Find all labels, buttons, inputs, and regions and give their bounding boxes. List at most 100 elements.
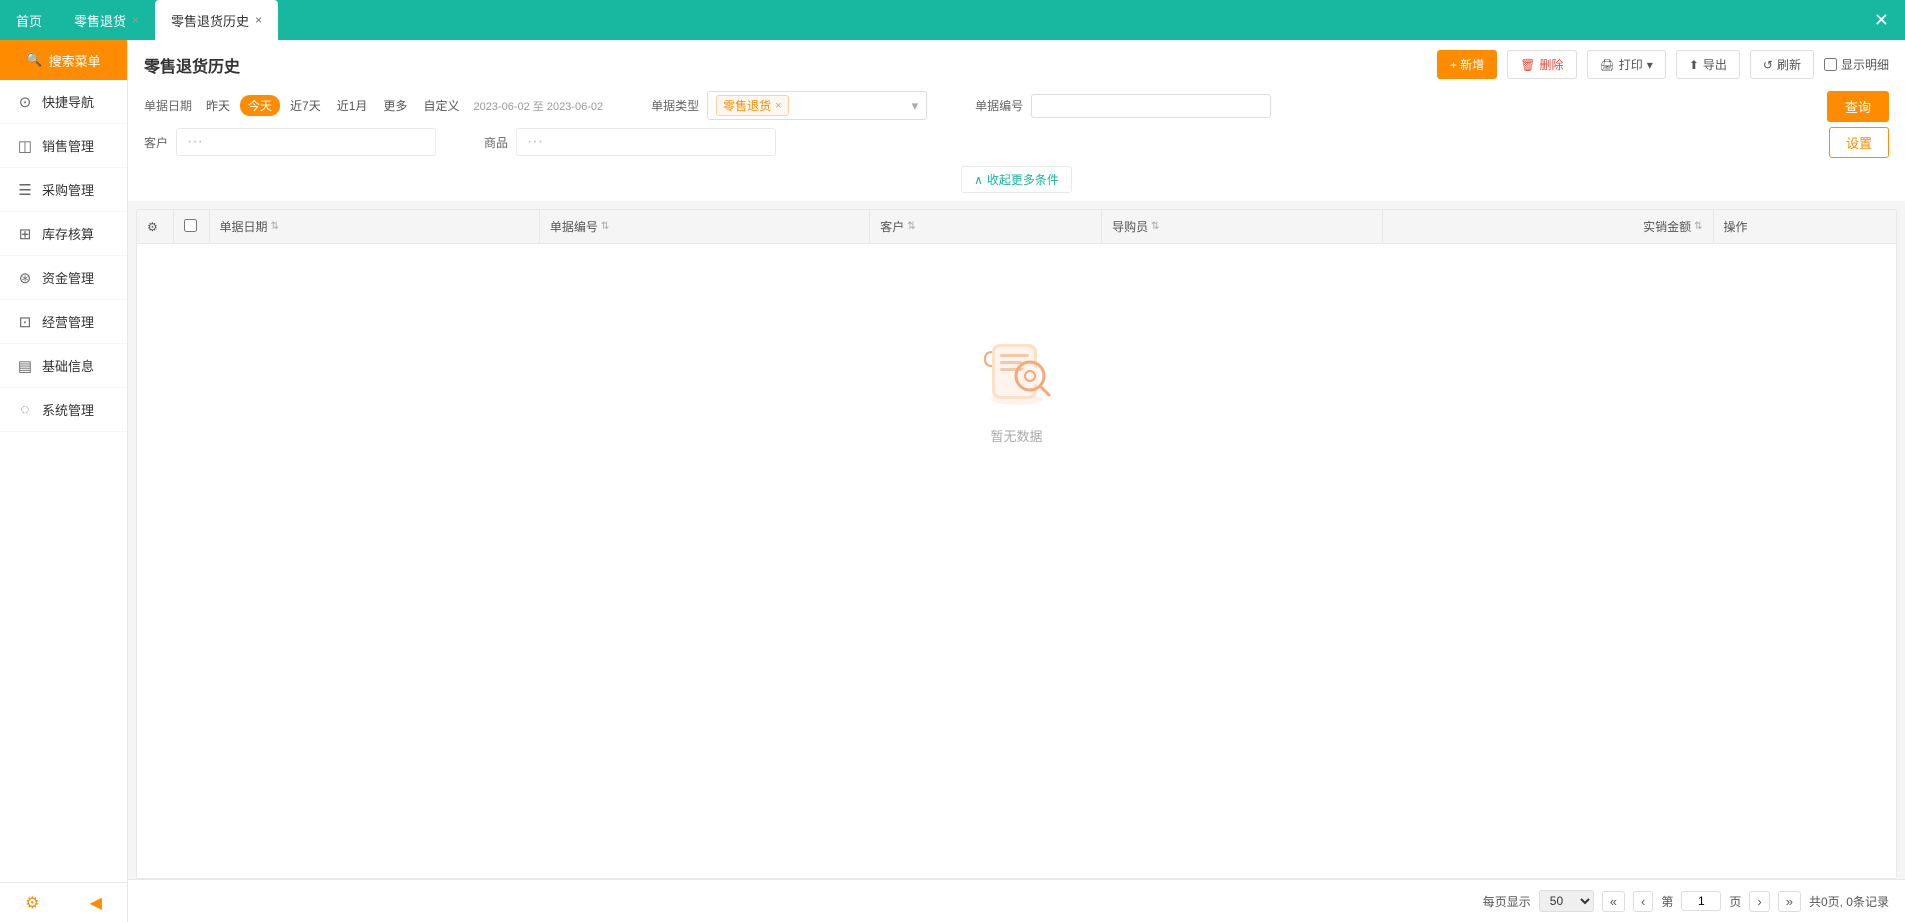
first-page-button[interactable]: « bbox=[1602, 891, 1625, 912]
th-date: 单据日期 ⇅ bbox=[209, 210, 539, 244]
date-7days[interactable]: 近7天 bbox=[284, 95, 327, 116]
basic-info-icon: ▤ bbox=[16, 357, 34, 375]
goods-dots: ··· bbox=[527, 133, 543, 150]
new-button-label: + 新增 bbox=[1450, 56, 1484, 73]
page-unit: 页 bbox=[1729, 893, 1741, 910]
refresh-icon: ↺ bbox=[1763, 58, 1773, 72]
customer-input[interactable]: ··· bbox=[176, 128, 436, 156]
th-action: 操作 bbox=[1713, 210, 1896, 244]
sidebar-item-purchase[interactable]: ☰ 采购管理 bbox=[0, 168, 127, 212]
sidebar-item-finance-label: 资金管理 bbox=[42, 268, 94, 287]
toolbar: + 新增 🗑 删除 🖨 打印 ▾ ⬆ 导出 bbox=[1437, 50, 1889, 79]
top-bar: 首页 零售退货 × 零售退货历史 × ✕ bbox=[0, 0, 1905, 40]
sidebar: 🔍 搜索菜单 ⊙ 快捷导航 ◫ 销售管理 ☰ 采购管理 ⊞ 库存核算 ⊛ 资金管 bbox=[0, 40, 128, 922]
show-detail-checkbox[interactable] bbox=[1824, 58, 1837, 71]
settings-button[interactable]: 设置 bbox=[1829, 127, 1889, 158]
type-filter-group: 单据类型 零售退货 × ▾ bbox=[651, 91, 927, 120]
tab-home-label: 首页 bbox=[16, 11, 42, 30]
sidebar-item-basic-info-label: 基础信息 bbox=[42, 356, 94, 375]
export-button[interactable]: ⬆ 导出 bbox=[1676, 50, 1740, 79]
type-select[interactable]: 零售退货 × ▾ bbox=[707, 91, 927, 120]
sidebar-item-basic-info[interactable]: ▤ 基础信息 bbox=[0, 344, 127, 388]
tab-home[interactable]: 首页 bbox=[0, 0, 58, 40]
th-guide-label: 导购员 bbox=[1112, 218, 1148, 235]
per-page-label: 每页显示 bbox=[1483, 893, 1531, 910]
collapse-label: 收起更多条件 bbox=[987, 171, 1059, 188]
close-window-button[interactable]: ✕ bbox=[1858, 10, 1905, 31]
collapse-button[interactable]: ∧ 收起更多条件 bbox=[961, 166, 1072, 193]
type-label: 单据类型 bbox=[651, 97, 699, 114]
per-page-select[interactable]: 50 10 20 100 bbox=[1539, 890, 1594, 912]
refresh-button[interactable]: ↺ 刷新 bbox=[1750, 50, 1814, 79]
date-1month[interactable]: 近1月 bbox=[331, 95, 374, 116]
goods-label: 商品 bbox=[484, 134, 508, 151]
th-amount-label: 实销金额 bbox=[1643, 218, 1691, 235]
main-layout: 🔍 搜索菜单 ⊙ 快捷导航 ◫ 销售管理 ☰ 采购管理 ⊞ 库存核算 ⊛ 资金管 bbox=[0, 40, 1905, 922]
sidebar-item-quick-nav[interactable]: ⊙ 快捷导航 bbox=[0, 80, 127, 124]
goods-input[interactable]: ··· bbox=[516, 128, 776, 156]
operations-icon: ⊡ bbox=[16, 313, 34, 331]
date-today[interactable]: 今天 bbox=[240, 95, 280, 116]
page-input[interactable] bbox=[1681, 891, 1721, 911]
table-body: 暂无数据 bbox=[137, 244, 1896, 526]
date-custom[interactable]: 自定义 bbox=[417, 95, 465, 116]
sidebar-item-system[interactable]: ◌ 系统管理 bbox=[0, 388, 127, 432]
settings-footer-icon[interactable]: ⚙ bbox=[25, 893, 39, 913]
empty-state-row: 暂无数据 bbox=[137, 244, 1896, 526]
sidebar-item-sales-label: 销售管理 bbox=[42, 136, 94, 155]
sidebar-item-quick-nav-label: 快捷导航 bbox=[42, 92, 94, 111]
sidebar-footer: ⚙ ◀ bbox=[0, 882, 127, 922]
show-detail-checkbox-wrapper: 显示明细 bbox=[1824, 56, 1889, 73]
export-button-label: 导出 bbox=[1703, 56, 1727, 73]
tab-return[interactable]: 零售退货 × bbox=[58, 0, 155, 40]
prev-page-button[interactable]: ‹ bbox=[1633, 891, 1653, 912]
tab-return-label: 零售退货 bbox=[74, 11, 126, 30]
next-page-button[interactable]: › bbox=[1749, 891, 1769, 912]
tab-return-close[interactable]: × bbox=[132, 13, 139, 27]
collapse-sidebar-icon[interactable]: ◀ bbox=[90, 893, 102, 913]
type-tag-close[interactable]: × bbox=[775, 100, 781, 112]
table-header-row: ⚙ 单据日期 ⇅ 单据编号 bbox=[137, 210, 1896, 244]
th-guide-sort[interactable]: ⇅ bbox=[1151, 221, 1159, 232]
select-all-checkbox[interactable] bbox=[184, 219, 197, 232]
th-checkbox bbox=[173, 210, 209, 244]
th-number-sort[interactable]: ⇅ bbox=[601, 221, 609, 232]
new-button[interactable]: + 新增 bbox=[1437, 50, 1497, 79]
tab-return-history-close[interactable]: × bbox=[255, 13, 262, 27]
customer-filter-group: 客户 ··· bbox=[144, 128, 436, 156]
tab-return-history-label: 零售退货历史 bbox=[171, 11, 249, 30]
sidebar-item-finance[interactable]: ⊛ 资金管理 bbox=[0, 256, 127, 300]
print-dropdown-icon: ▾ bbox=[1647, 58, 1653, 72]
th-amount: 实销金额 ⇅ bbox=[1383, 210, 1713, 244]
top-tabs: 首页 零售退货 × 零售退货历史 × bbox=[0, 0, 1858, 40]
show-detail-label: 显示明细 bbox=[1841, 56, 1889, 73]
th-action-label: 操作 bbox=[1724, 220, 1748, 234]
delete-button[interactable]: 🗑 删除 bbox=[1507, 50, 1576, 79]
refresh-button-label: 刷新 bbox=[1777, 56, 1801, 73]
table-settings-icon[interactable]: ⚙ bbox=[147, 220, 158, 234]
sidebar-item-operations[interactable]: ⊡ 经营管理 bbox=[0, 300, 127, 344]
query-button[interactable]: 查询 bbox=[1827, 91, 1889, 122]
page-title: 零售退货历史 bbox=[144, 53, 240, 77]
purchase-icon: ☰ bbox=[16, 181, 34, 199]
empty-illustration bbox=[967, 324, 1067, 414]
sidebar-search[interactable]: 🔍 搜索菜单 bbox=[0, 40, 127, 80]
sidebar-item-sales[interactable]: ◫ 销售管理 bbox=[0, 124, 127, 168]
voucher-input[interactable] bbox=[1031, 94, 1271, 118]
last-page-button[interactable]: » bbox=[1778, 891, 1801, 912]
system-icon: ◌ bbox=[16, 401, 34, 419]
print-button[interactable]: 🖨 打印 ▾ bbox=[1587, 50, 1666, 79]
sidebar-item-inventory[interactable]: ⊞ 库存核算 bbox=[0, 212, 127, 256]
th-customer-sort[interactable]: ⇅ bbox=[907, 221, 915, 232]
th-date-sort[interactable]: ⇅ bbox=[271, 221, 279, 232]
date-yesterday[interactable]: 昨天 bbox=[200, 95, 236, 116]
page-title-row: 零售退货历史 + 新增 🗑 删除 🖨 打印 ▾ ⬆ bbox=[144, 50, 1889, 79]
quick-nav-icon: ⊙ bbox=[16, 93, 34, 111]
inventory-icon: ⊞ bbox=[16, 225, 34, 243]
right-actions: 查询 设置 bbox=[1827, 91, 1889, 158]
sidebar-item-operations-label: 经营管理 bbox=[42, 312, 94, 331]
th-amount-sort[interactable]: ⇅ bbox=[1694, 221, 1702, 232]
tab-return-history[interactable]: 零售退货历史 × bbox=[155, 0, 278, 40]
date-more[interactable]: 更多 bbox=[377, 95, 413, 116]
date-label: 单据日期 bbox=[144, 97, 192, 114]
